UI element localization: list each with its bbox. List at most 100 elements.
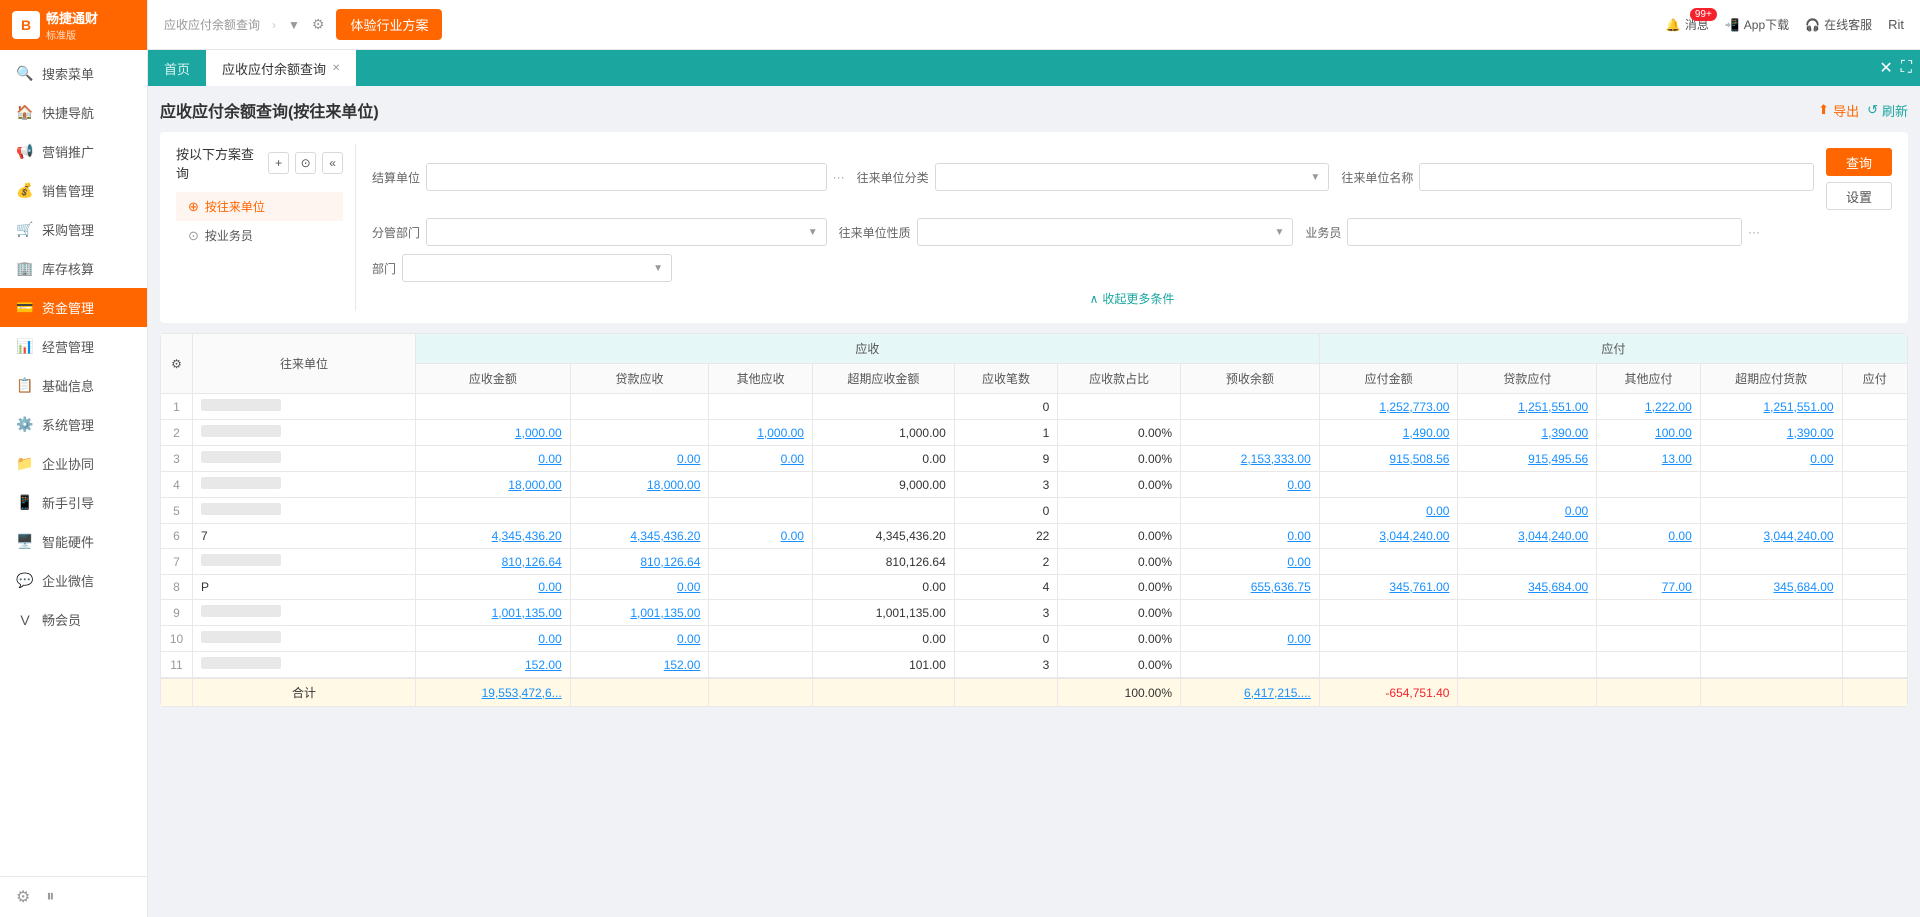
ar_advance-cell[interactable]: 0.00 xyxy=(1181,472,1320,498)
sidebar-item-basic[interactable]: 📋 基础信息 xyxy=(0,366,147,405)
ap_overdue-cell[interactable]: 1,251,551.00 xyxy=(1700,394,1842,420)
tab-close-window-btn[interactable]: ✕ xyxy=(1879,58,1892,78)
ar_other-cell[interactable]: 0.00 xyxy=(709,524,813,549)
header-gear-icon[interactable]: ⚙ xyxy=(312,16,325,33)
online-service-button[interactable]: 🎧 在线客服 xyxy=(1805,16,1872,33)
sidebar-item-inventory[interactable]: 🏢 库存核算 xyxy=(0,249,147,288)
ap_credit-cell[interactable]: 1,251,551.00 xyxy=(1458,394,1597,420)
ap_other-cell[interactable]: 100.00 xyxy=(1597,420,1701,446)
ap_amount-cell[interactable]: 915,508.56 xyxy=(1319,446,1458,472)
refresh-button[interactable]: ↺ 刷新 xyxy=(1867,101,1908,120)
settlement-unit-input[interactable] xyxy=(426,163,827,191)
tab-home[interactable]: 首页 xyxy=(148,50,206,86)
ar_credit-cell[interactable]: 0.00 xyxy=(570,446,709,472)
sidebar-item-ops[interactable]: 📊 经营管理 xyxy=(0,327,147,366)
ap_other-cell[interactable]: 1,222.00 xyxy=(1597,394,1701,420)
sidebar-item-guide[interactable]: 📱 新手引导 xyxy=(0,483,147,522)
collapse-footer-btn[interactable]: ⏸ xyxy=(46,888,54,906)
ar_other-cell[interactable]: 1,000.00 xyxy=(709,420,813,446)
filter-collapse-btn[interactable]: ∧ 收起更多条件 xyxy=(372,286,1892,311)
ar_amount-cell[interactable]: 4,345,436.20 xyxy=(416,524,571,549)
ar_amount-cell[interactable]: 0.00 xyxy=(416,446,571,472)
ar_other-cell[interactable]: 0.00 xyxy=(709,446,813,472)
sidebar-item-collab[interactable]: 📁 企业协同 xyxy=(0,444,147,483)
export-button[interactable]: ⬆ 导出 xyxy=(1818,101,1859,120)
ap_amount-cell[interactable]: 345,761.00 xyxy=(1319,575,1458,600)
ar_advance-cell[interactable]: 0.00 xyxy=(1181,626,1320,652)
filter-settings-btn[interactable]: ⊙ xyxy=(295,152,316,174)
ar_advance-cell[interactable]: 0.00 xyxy=(1181,549,1320,575)
ap_credit-cell[interactable]: 3,044,240.00 xyxy=(1458,524,1597,549)
ar_advance-cell[interactable]: 0.00 xyxy=(1181,524,1320,549)
ap_credit-cell[interactable]: 915,495.56 xyxy=(1458,446,1597,472)
ar_credit-cell[interactable]: 810,126.64 xyxy=(570,549,709,575)
partner-category-select[interactable]: ▼ xyxy=(935,163,1330,191)
sidebar-item-sales[interactable]: 💰 销售管理 xyxy=(0,171,147,210)
sidebar-item-quicknav[interactable]: 🏠 快捷导航 xyxy=(0,93,147,132)
ap_credit-cell[interactable]: 345,684.00 xyxy=(1458,575,1597,600)
username-display[interactable]: Rit xyxy=(1888,17,1904,32)
ar_advance-cell[interactable]: 655,636.75 xyxy=(1181,575,1320,600)
ap_credit-cell[interactable]: 0.00 xyxy=(1458,498,1597,524)
ar_amount-cell[interactable]: 1,001,135.00 xyxy=(416,600,571,626)
dept-manage-select[interactable]: ▼ xyxy=(426,218,827,246)
filter-collapse-btn[interactable]: « xyxy=(322,152,343,174)
ap_amount-cell[interactable]: 0.00 xyxy=(1319,498,1458,524)
ap_amount-cell[interactable]: 1,490.00 xyxy=(1319,420,1458,446)
ar_credit-cell[interactable]: 152.00 xyxy=(570,652,709,679)
setting-button[interactable]: 设置 xyxy=(1826,182,1892,210)
partner-nature-select[interactable]: ▼ xyxy=(917,218,1294,246)
sidebar-item-system[interactable]: ⚙️ 系统管理 xyxy=(0,405,147,444)
tab-arbalance[interactable]: 应收应付余额查询 ✕ xyxy=(206,50,356,86)
scheme-option-salesman[interactable]: ⊙ 按业务员 xyxy=(176,221,343,250)
ar_credit-cell[interactable]: 0.00 xyxy=(570,626,709,652)
ap_overdue-cell[interactable]: 3,044,240.00 xyxy=(1700,524,1842,549)
scheme-option-partner[interactable]: ⊕ 按往来单位 xyxy=(176,192,343,221)
ap_amount-cell[interactable]: 3,044,240.00 xyxy=(1319,524,1458,549)
ar_credit-cell[interactable]: 0.00 xyxy=(570,575,709,600)
sidebar-item-purchase[interactable]: 🛒 采购管理 xyxy=(0,210,147,249)
ar_credit-cell[interactable]: 4,345,436.20 xyxy=(570,524,709,549)
ar_amount-cell[interactable]: 18,000.00 xyxy=(416,472,571,498)
ap_amount-cell[interactable]: 1,252,773.00 xyxy=(1319,394,1458,420)
ar_credit-cell[interactable]: 1,001,135.00 xyxy=(570,600,709,626)
ar_advance-cell[interactable]: 2,153,333.00 xyxy=(1181,446,1320,472)
sidebar-item-finance[interactable]: 💳 资金管理 xyxy=(0,288,147,327)
ar_amount-cell[interactable]: 810,126.64 xyxy=(416,549,571,575)
settings-footer-icon[interactable]: ⚙ xyxy=(16,887,30,907)
filter-add-btn[interactable]: + xyxy=(268,152,289,174)
salesman-input[interactable] xyxy=(1347,218,1742,246)
footer-ar-amount[interactable]: 19,553,472,6... xyxy=(416,678,571,707)
ap_other-cell[interactable]: 0.00 xyxy=(1597,524,1701,549)
sidebar-item-marketing[interactable]: 📢 营销推广 xyxy=(0,132,147,171)
settlement-ellipsis-icon[interactable]: ··· xyxy=(833,170,845,184)
dept-select[interactable]: ▼ xyxy=(402,254,672,282)
tab-close-icon[interactable]: ✕ xyxy=(332,63,340,74)
ap_overdue-cell[interactable]: 0.00 xyxy=(1700,446,1842,472)
sidebar-item-hardware[interactable]: 🖥️ 智能硬件 xyxy=(0,522,147,561)
salesman-ellipsis-icon[interactable]: ··· xyxy=(1748,225,1760,239)
ar_amount-cell[interactable]: 152.00 xyxy=(416,652,571,679)
ap_overdue-cell[interactable]: 1,390.00 xyxy=(1700,420,1842,446)
message-button[interactable]: 🔔 消息 99+ xyxy=(1666,16,1709,33)
ap_credit-cell[interactable]: 1,390.00 xyxy=(1458,420,1597,446)
promo-button[interactable]: 体验行业方案 xyxy=(336,9,442,40)
ar_amount-cell[interactable]: 0.00 xyxy=(416,575,571,600)
ar_credit-cell[interactable]: 18,000.00 xyxy=(570,472,709,498)
header-dropdown-caret[interactable]: ▼ xyxy=(288,18,300,32)
partner-name-input[interactable] xyxy=(1419,163,1814,191)
ap_other-cell[interactable]: 77.00 xyxy=(1597,575,1701,600)
ar_overdue-cell: 0.00 xyxy=(812,446,954,472)
query-button[interactable]: 查询 xyxy=(1826,148,1892,176)
sidebar-item-member[interactable]: V 畅会员 xyxy=(0,600,147,639)
sidebar-item-search[interactable]: 🔍 搜索菜单 xyxy=(0,54,147,93)
app-download-button[interactable]: 📲 App下载 xyxy=(1725,16,1789,33)
tab-maximize-btn[interactable]: ⛶ xyxy=(1901,59,1912,77)
footer-ar-advance[interactable]: 6,417,215.... xyxy=(1181,678,1320,707)
table-settings-icon[interactable]: ⚙ xyxy=(171,357,182,371)
sidebar-item-wechat[interactable]: 💬 企业微信 xyxy=(0,561,147,600)
ar_amount-cell[interactable]: 1,000.00 xyxy=(416,420,571,446)
ap_other-cell[interactable]: 13.00 xyxy=(1597,446,1701,472)
ap_overdue-cell[interactable]: 345,684.00 xyxy=(1700,575,1842,600)
ar_amount-cell[interactable]: 0.00 xyxy=(416,626,571,652)
